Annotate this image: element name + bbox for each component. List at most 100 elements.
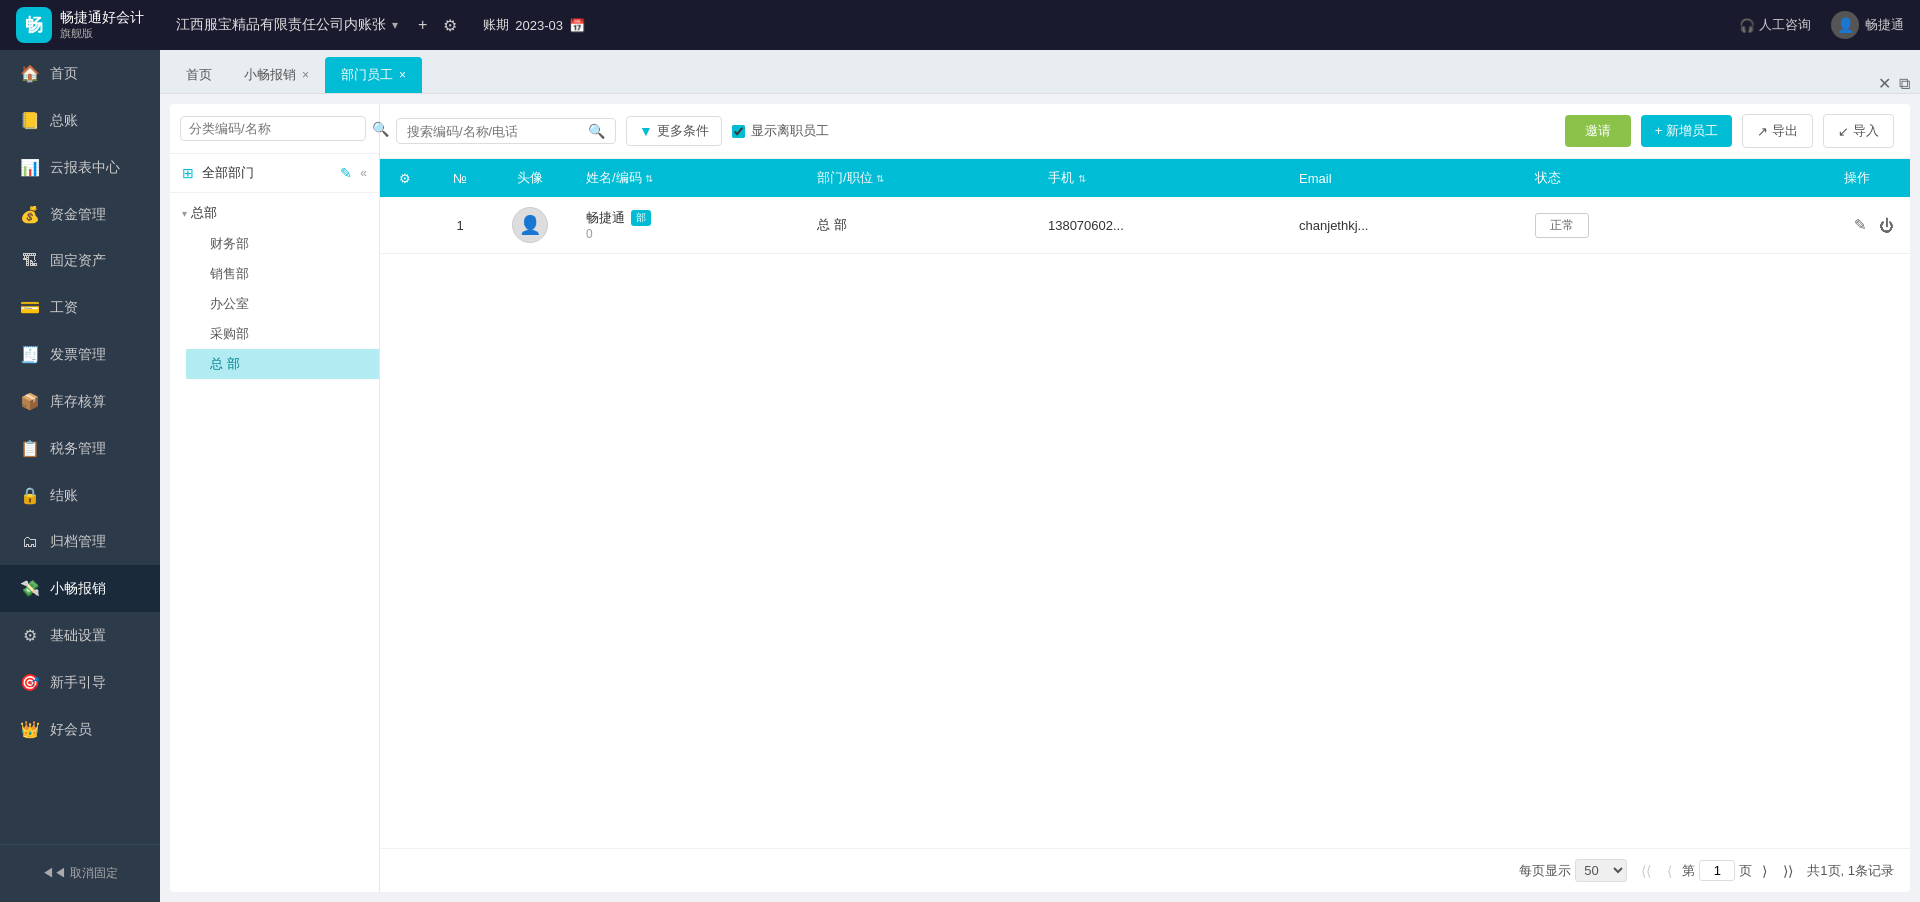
sidebar-item-label: 税务管理 [50,440,106,458]
logo-icon: 畅 [16,7,52,43]
tax-icon: 📋 [20,439,40,458]
sidebar-item-closing[interactable]: 🔒 结账 [0,472,160,519]
phone-sort-icon: ⇅ [1078,173,1086,184]
page-label: 页 [1739,862,1752,880]
th-settings[interactable]: ⚙ [380,159,430,197]
name-sort-icon: ⇅ [645,173,653,184]
sidebar-item-label: 总账 [50,112,78,130]
close-dept-tab[interactable]: × [399,68,406,82]
tab-bar: 首页 小畅报销 × 部门员工 × ✕ ⧉ [160,50,1920,94]
main-layout: 🏠 首页 📒 总账 📊 云报表中心 💰 资金管理 🏗 固定资产 💳 工资 🧾 发… [0,50,1920,902]
dept-child-general[interactable]: 总 部 [186,349,379,379]
th-name[interactable]: 姓名/编码 ⇅ [570,159,801,197]
export-label: 导出 [1772,122,1798,140]
edit-button[interactable]: ✎ [1854,216,1867,234]
add-employee-button[interactable]: + 新增员工 [1641,115,1732,147]
service-label: 人工咨询 [1759,16,1811,34]
import-button[interactable]: ↙ 导入 [1823,114,1894,148]
unpin-button[interactable]: ◀◀ 取消固定 [0,857,160,890]
tab-dept-label: 部门员工 [341,66,393,84]
dept-edit-icon[interactable]: ✎ [340,165,352,181]
dept-child-finance[interactable]: 财务部 [186,229,379,259]
sidebar-item-ledger[interactable]: 📒 总账 [0,97,160,144]
sidebar-item-expense[interactable]: 💸 小畅报销 [0,565,160,612]
th-email: Email [1283,159,1519,197]
company-selector[interactable]: 江西服宝精品有限责任公司内账张 ▾ [176,16,398,34]
sidebar-item-settings[interactable]: ⚙ 基础设置 [0,612,160,659]
close-tab-action[interactable]: ✕ [1878,74,1891,93]
restore-tab-action[interactable]: ⧉ [1899,75,1910,93]
filter-label: 更多条件 [657,122,709,140]
home-icon: 🏠 [20,64,40,83]
sidebar-item-label: 归档管理 [50,533,106,551]
sidebar-item-label: 好会员 [50,721,92,739]
add-button[interactable]: + [418,16,427,34]
sidebar-item-invoice[interactable]: 🧾 发票管理 [0,331,160,378]
app-name: 畅捷通好会计 [60,9,144,26]
export-button[interactable]: ↗ 导出 [1742,114,1813,148]
tab-dept-employee[interactable]: 部门员工 × [325,57,422,93]
next-page-button[interactable]: ⟩ [1756,861,1773,881]
first-page-button[interactable]: ⟨⟨ [1635,861,1657,881]
last-page-button[interactable]: ⟩⟩ [1777,861,1799,881]
period-selector[interactable]: 账期 2023-03 📅 [483,16,585,34]
th-dept[interactable]: 部门/职位 ⇅ [801,159,1032,197]
more-filter-button[interactable]: ▼ 更多条件 [626,116,722,146]
main-toolbar: 🔍 ▼ 更多条件 显示离职员工 邀请 + 新增员工 ↗ [380,104,1910,159]
dept-child-sales[interactable]: 销售部 [186,259,379,289]
sidebar-item-guide[interactable]: 🎯 新手引导 [0,659,160,706]
department-panel: 🔍 ⊞ 全部部门 ✎ « ▾ 总部 [170,104,380,892]
row-phone: 138070602... [1032,197,1283,254]
page-number-input[interactable] [1699,860,1735,881]
topbar-right: 🎧 人工咨询 👤 畅捷通 [1739,11,1904,39]
sidebar-item-salary[interactable]: 💳 工资 [0,284,160,331]
child-purchase-label: 采购部 [210,325,249,343]
employee-code: 0 [586,227,785,241]
sidebar-item-label: 库存核算 [50,393,106,411]
row-actions: ✎ ⏻ [1719,197,1910,254]
app-edition: 旗舰版 [60,26,144,41]
filter-icon: ▼ [639,123,653,139]
dept-node-root[interactable]: ▾ 总部 [170,197,379,229]
sidebar: 🏠 首页 📒 总账 📊 云报表中心 💰 资金管理 🏗 固定资产 💳 工资 🧾 发… [0,50,160,902]
logout-button[interactable]: ⏻ [1879,217,1894,234]
show-resigned-checkbox[interactable]: 显示离职员工 [732,122,829,140]
page-size-select[interactable]: 20 50 100 [1575,859,1627,882]
employee-search-icon[interactable]: 🔍 [588,123,605,139]
child-general-label: 总 部 [210,355,240,373]
tab-home[interactable]: 首页 [170,57,228,93]
company-name: 江西服宝精品有限责任公司内账张 [176,16,386,34]
table: ⚙ № 头像 姓名/编码 ⇅ 部门/职位 ⇅ [380,159,1910,254]
dept-search-input[interactable] [180,116,366,141]
dept-collapse-icon[interactable]: « [360,166,367,180]
sidebar-item-assets[interactable]: 🏗 固定资产 [0,238,160,284]
dept-child-purchase[interactable]: 采购部 [186,319,379,349]
sidebar-item-inventory[interactable]: 📦 库存核算 [0,378,160,425]
dept-search-bar: 🔍 [170,104,379,154]
row-avatar-cell: 👤 [490,197,570,254]
child-finance-label: 财务部 [210,235,249,253]
th-phone[interactable]: 手机 ⇅ [1032,159,1283,197]
user-menu[interactable]: 👤 畅捷通 [1831,11,1904,39]
sidebar-item-funds[interactable]: 💰 资金管理 [0,191,160,238]
sidebar-item-reports[interactable]: 📊 云报表中心 [0,144,160,191]
sidebar-item-members[interactable]: 👑 好会员 [0,706,160,753]
close-expense-tab[interactable]: × [302,68,309,82]
expand-arrow: ▾ [182,208,187,219]
page-size-selector: 每页显示 20 50 100 [1519,859,1627,882]
dept-child-office[interactable]: 办公室 [186,289,379,319]
all-dept-label: 全部部门 [202,164,254,182]
invite-button[interactable]: 邀请 [1565,115,1631,147]
tab-expense-label: 小畅报销 [244,66,296,84]
settings-button[interactable]: ⚙ [443,16,457,35]
tab-expense[interactable]: 小畅报销 × [228,57,325,93]
settings-icon: ⚙ [20,626,40,645]
sidebar-item-archive[interactable]: 🗂 归档管理 [0,519,160,565]
prev-page-button[interactable]: ⟨ [1661,861,1678,881]
sidebar-item-label: 首页 [50,65,78,83]
sidebar-item-home[interactable]: 🏠 首页 [0,50,160,97]
service-button[interactable]: 🎧 人工咨询 [1739,16,1811,34]
sidebar-item-tax[interactable]: 📋 税务管理 [0,425,160,472]
employee-search-input[interactable] [407,124,582,139]
resigned-checkbox-input[interactable] [732,125,745,138]
